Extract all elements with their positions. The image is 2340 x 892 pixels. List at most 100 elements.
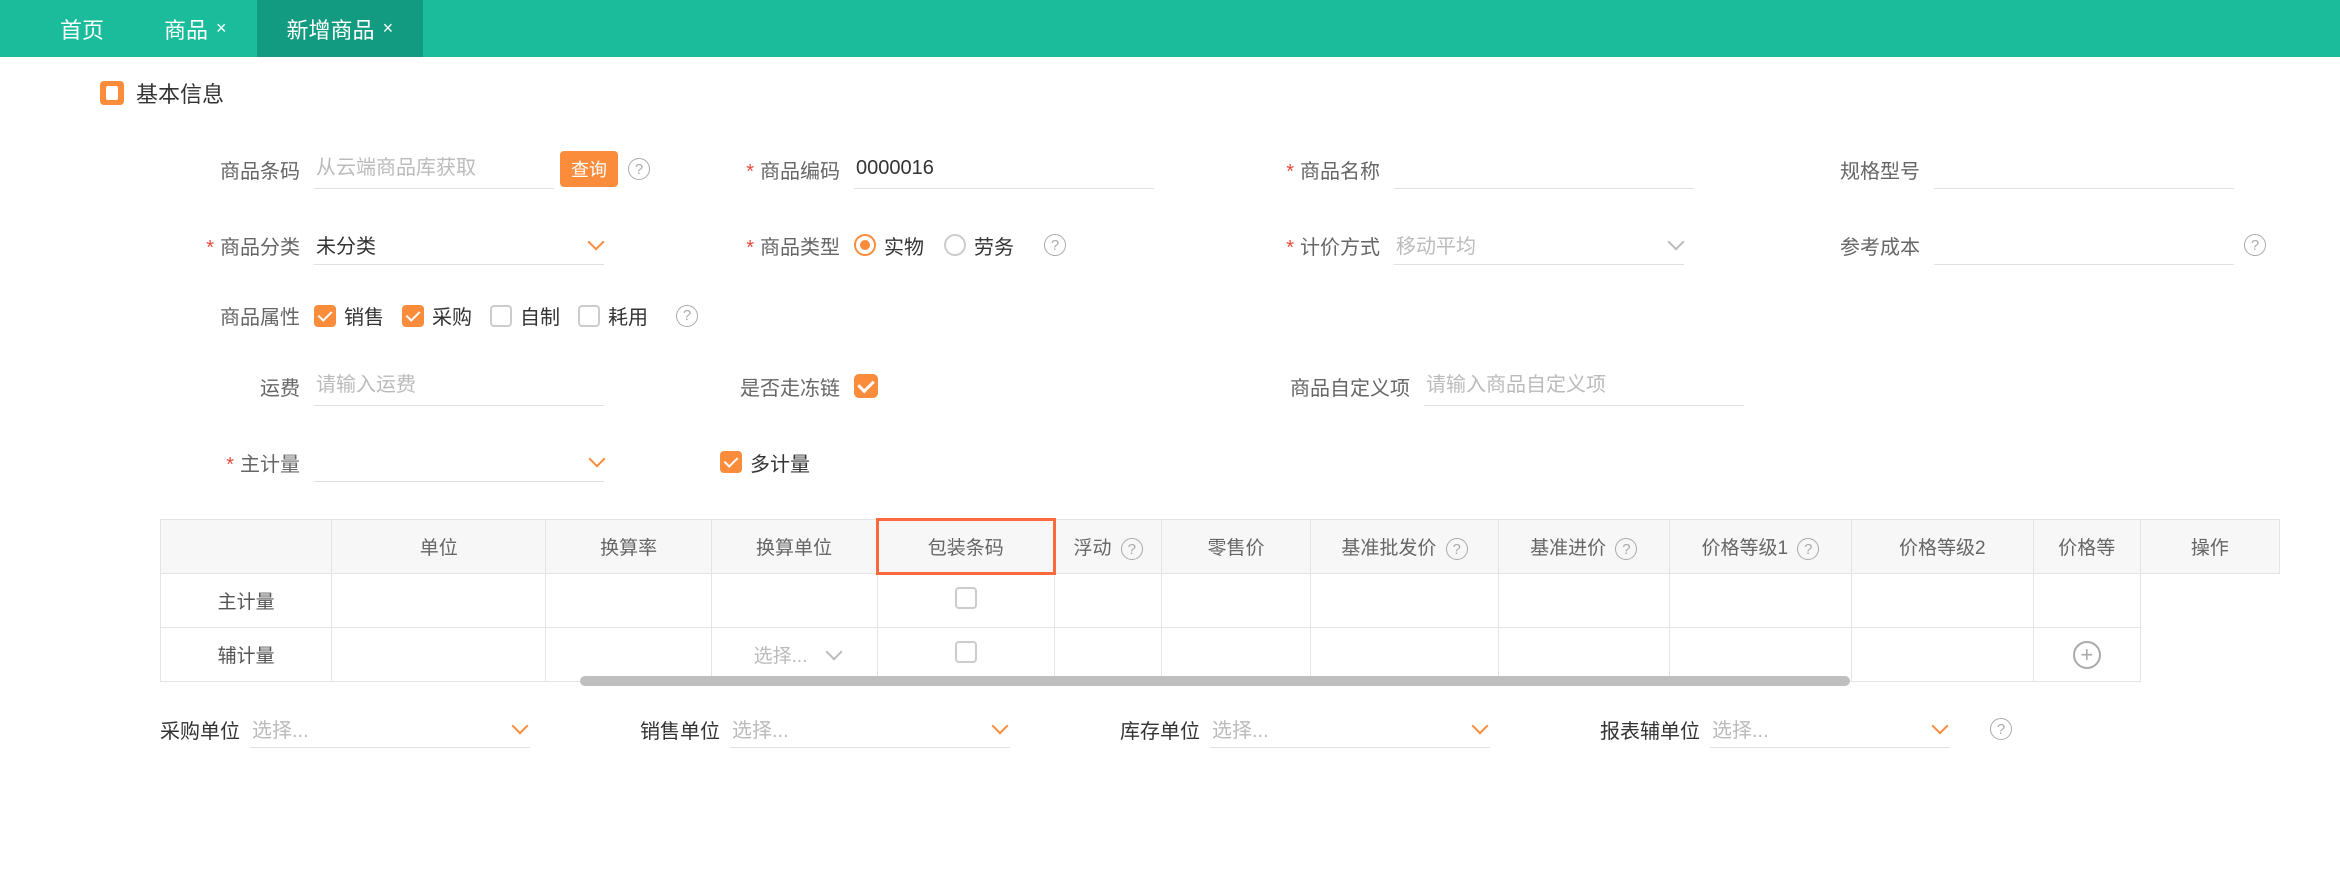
th-plevel2: 价格等级2 [1851,520,2033,574]
cell[interactable] [2033,574,2140,628]
th-rate-unit: 换算单位 [712,520,878,574]
cell[interactable] [1498,628,1669,682]
cell[interactable] [332,574,546,628]
uom-table: 单位 换算率 换算单位 包装条码 浮动 ? 零售价 基准批发价 ? 基准进价 ?… [160,518,2280,682]
cell[interactable] [1669,574,1851,628]
cell[interactable] [332,628,546,682]
help-icon[interactable]: ? [676,305,698,327]
tab-new-product[interactable]: 新增商品 × [257,0,424,57]
radio-service-label: 劳务 [974,231,1014,260]
th-plevel-etc: 价格等 [2033,520,2140,574]
checkbox-coldchain[interactable] [854,374,878,398]
radio-service[interactable]: 劳务 [944,231,1014,260]
select-placeholder: 选择... [252,714,309,743]
category-select[interactable]: 未分类 [314,226,378,263]
help-icon[interactable]: ? [1615,538,1637,560]
cell[interactable] [1161,628,1311,682]
freight-input[interactable] [314,370,604,401]
purchase-unit-select[interactable]: 选择... [250,710,530,748]
th-base-purchase: 基准进价 ? [1498,520,1669,574]
th-rate: 换算率 [546,520,712,574]
table-row: 主计量 [161,574,2280,628]
help-icon[interactable]: ? [1446,538,1468,560]
label-attr: 商品属性 [160,301,300,330]
checkbox-sale-label: 销售 [344,301,384,330]
checkbox-multi-uom-label: 多计量 [750,448,810,477]
chevron-down-icon [821,648,835,662]
checkbox-multi-uom[interactable]: 多计量 [720,448,810,477]
spec-input[interactable] [1934,153,2234,184]
help-icon[interactable]: ? [2244,234,2266,256]
label-spec: 规格型号 [1780,155,1920,184]
checkbox-consume[interactable]: 耗用 [578,301,648,330]
cell[interactable] [712,574,878,628]
barcode-input[interactable] [314,153,554,184]
cell-float[interactable] [878,628,1055,682]
tab-home[interactable]: 首页 [30,0,134,57]
select-placeholder: 选择... [1212,714,1269,743]
checkbox-purchase-label: 采购 [432,301,472,330]
checkbox-self[interactable]: 自制 [490,301,560,330]
close-icon[interactable]: × [216,18,227,39]
row-label-main: 主计量 [161,574,332,628]
tab-products-label: 商品 [164,13,208,45]
checkbox-purchase[interactable]: 采购 [402,301,472,330]
label-pricing: 计价方式 [1240,231,1380,260]
cell[interactable] [1054,574,1161,628]
cell[interactable] [1851,628,2033,682]
th-float: 浮动 ? [1054,520,1161,574]
cell[interactable] [1161,574,1311,628]
th-unit: 单位 [332,520,546,574]
radio-physical[interactable]: 实物 [854,231,924,260]
chevron-down-icon[interactable] [591,455,604,469]
tab-products[interactable]: 商品 × [134,0,257,57]
cell[interactable] [546,574,712,628]
select-placeholder: 选择... [732,714,789,743]
close-icon[interactable]: × [383,18,394,39]
cell[interactable] [1498,574,1669,628]
checkbox[interactable] [955,587,977,609]
report-unit-select[interactable]: 选择... [1710,710,1950,748]
cell[interactable] [1669,628,1851,682]
th-plevel1: 价格等级1 ? [1669,520,1851,574]
stock-unit-select[interactable]: 选择... [1210,710,1490,748]
checkbox-self-label: 自制 [520,301,560,330]
cell-float[interactable] [878,574,1055,628]
help-icon[interactable]: ? [1044,234,1066,256]
select-placeholder: 选择... [1712,714,1769,743]
section-title: 基本信息 [136,77,224,109]
label-type: 商品类型 [700,231,840,260]
checkbox[interactable] [955,641,977,663]
pricing-select[interactable]: 移动平均 [1394,226,1478,263]
refcost-input[interactable] [1934,229,2234,260]
table-header-row: 单位 换算率 换算单位 包装条码 浮动 ? 零售价 基准批发价 ? 基准进价 ?… [161,520,2280,574]
label-freight: 运费 [160,372,300,401]
chevron-down-icon[interactable] [1670,238,1684,252]
add-row-button[interactable]: + [2073,641,2101,669]
unit-selectors: 采购单位 选择... 销售单位 选择... 库存单位 选择... 报表辅单位 选… [160,710,2340,748]
label-purchase-unit: 采购单位 [160,715,240,744]
help-icon[interactable]: ? [628,158,650,180]
cell[interactable] [1054,628,1161,682]
help-icon[interactable]: ? [1990,718,2012,740]
cell-op[interactable]: + [2033,628,2140,682]
cell[interactable] [1311,628,1498,682]
horizontal-scrollbar[interactable] [580,676,1850,686]
code-input[interactable] [854,153,1154,184]
sale-unit-select[interactable]: 选择... [730,710,1010,748]
checkbox-sale[interactable]: 销售 [314,301,384,330]
label-refcost: 参考成本 [1780,231,1920,260]
chevron-down-icon[interactable] [590,238,604,252]
tab-bar: 首页 商品 × 新增商品 × [0,0,2340,57]
query-button[interactable]: 查询 [560,151,618,187]
cell[interactable] [546,628,712,682]
tab-home-label: 首页 [60,13,104,45]
cell-rate-unit-select[interactable]: 选择... [712,628,878,682]
cell[interactable] [1311,574,1498,628]
name-input[interactable] [1394,153,1694,184]
main-uom-select[interactable] [314,446,583,477]
custom-input[interactable] [1424,370,1744,401]
help-icon[interactable]: ? [1121,538,1143,560]
help-icon[interactable]: ? [1797,538,1819,560]
cell[interactable] [1851,574,2033,628]
